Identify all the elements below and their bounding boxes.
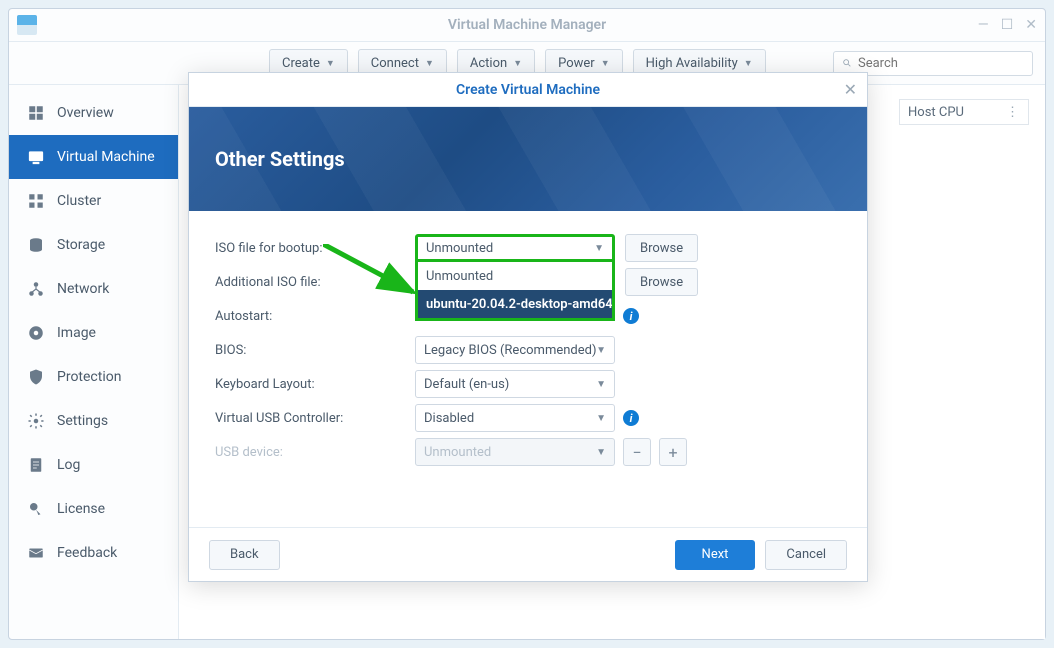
protection-icon — [27, 368, 45, 386]
caret-down-icon: ▼ — [513, 58, 522, 69]
caret-down-icon: ▼ — [596, 345, 606, 356]
feedback-icon — [27, 544, 45, 562]
modal-header: Create Virtual Machine ✕ — [189, 73, 867, 107]
select-usb-device: Unmounted ▼ — [415, 438, 615, 466]
iso-boot-dropdown: Unmounted ubuntu-20.04.2-desktop-amd64 — [415, 259, 615, 321]
column-host-cpu[interactable]: Host CPU ⋮ — [899, 99, 1029, 125]
maximize-icon[interactable]: ☐ — [1001, 17, 1014, 33]
settings-icon — [27, 412, 45, 430]
sidebar-item-virtual-machine[interactable]: Virtual Machine — [9, 135, 178, 179]
label-autostart: Autostart: — [215, 309, 415, 324]
sidebar-item-cluster[interactable]: Cluster — [9, 179, 178, 223]
network-icon — [27, 280, 45, 298]
sidebar-item-settings[interactable]: Settings — [9, 399, 178, 443]
dropdown-option-unmounted[interactable]: Unmounted — [418, 262, 612, 290]
image-icon — [27, 324, 45, 342]
sidebar-item-log[interactable]: Log — [9, 443, 178, 487]
info-icon[interactable]: i — [623, 410, 639, 426]
log-icon — [27, 456, 45, 474]
sidebar-item-network[interactable]: Network — [9, 267, 178, 311]
sidebar-item-storage[interactable]: Storage — [9, 223, 178, 267]
caret-down-icon: ▼ — [425, 58, 434, 69]
search-input[interactable] — [858, 56, 1024, 71]
app-icon — [17, 15, 37, 35]
label-iso-boot: ISO file for bootup: — [215, 241, 415, 256]
close-icon[interactable]: ✕ — [844, 80, 857, 99]
caret-down-icon: ▼ — [601, 58, 610, 69]
caret-down-icon: ▼ — [596, 447, 606, 458]
label-keyboard: Keyboard Layout: — [215, 377, 415, 392]
caret-down-icon: ▼ — [326, 58, 335, 69]
modal-title: Create Virtual Machine — [456, 82, 600, 98]
sidebar-item-overview[interactable]: Overview — [9, 91, 178, 135]
cancel-button[interactable]: Cancel — [765, 540, 847, 570]
window-title: Virtual Machine Manager — [448, 17, 606, 33]
search-icon — [842, 56, 852, 70]
back-button[interactable]: Back — [209, 540, 280, 570]
select-keyboard[interactable]: Default (en-us) ▼ — [415, 370, 615, 398]
sidebar-item-protection[interactable]: Protection — [9, 355, 178, 399]
select-iso-boot[interactable]: Unmounted ▼ — [415, 234, 615, 262]
caret-down-icon: ▼ — [596, 413, 606, 424]
label-iso-additional: Additional ISO file: — [215, 275, 415, 290]
select-usb-controller[interactable]: Disabled ▼ — [415, 404, 615, 432]
modal-form: ISO file for bootup: Unmounted ▼ Browse … — [189, 211, 867, 527]
next-button[interactable]: Next — [675, 540, 756, 570]
sidebar-item-license[interactable]: License — [9, 487, 178, 531]
caret-down-icon: ▼ — [596, 379, 606, 390]
info-icon[interactable]: i — [623, 308, 639, 324]
sidebar: Overview Virtual Machine Cluster Storage… — [9, 85, 179, 639]
titlebar: Virtual Machine Manager — ☐ ✕ — [9, 9, 1045, 41]
modal-footer: Back Next Cancel — [189, 527, 867, 581]
create-vm-modal: Create Virtual Machine ✕ Other Settings … — [188, 72, 868, 582]
sidebar-item-image[interactable]: Image — [9, 311, 178, 355]
vm-icon — [27, 148, 45, 166]
caret-down-icon: ▼ — [594, 243, 604, 254]
banner-title: Other Settings — [215, 147, 345, 171]
label-bios: BIOS: — [215, 343, 415, 358]
browse-iso-additional-button[interactable]: Browse — [625, 268, 698, 296]
modal-banner: Other Settings — [189, 107, 867, 211]
label-usb-controller: Virtual USB Controller: — [215, 411, 415, 426]
remove-usb-button[interactable]: − — [623, 438, 651, 466]
more-icon[interactable]: ⋮ — [1006, 105, 1020, 120]
add-usb-button[interactable]: + — [659, 438, 687, 466]
caret-down-icon: ▼ — [744, 58, 753, 69]
dropdown-option-ubuntu[interactable]: ubuntu-20.04.2-desktop-amd64 — [418, 290, 612, 318]
overview-icon — [27, 104, 45, 122]
select-bios[interactable]: Legacy BIOS (Recommended) ▼ — [415, 336, 615, 364]
storage-icon — [27, 236, 45, 254]
cluster-icon — [27, 192, 45, 210]
browse-iso-boot-button[interactable]: Browse — [625, 234, 698, 262]
license-icon — [27, 500, 45, 518]
close-window-icon[interactable]: ✕ — [1025, 17, 1037, 33]
label-usb-device: USB device: — [215, 445, 415, 460]
sidebar-item-feedback[interactable]: Feedback — [9, 531, 178, 575]
minimize-icon[interactable]: — — [978, 17, 989, 33]
